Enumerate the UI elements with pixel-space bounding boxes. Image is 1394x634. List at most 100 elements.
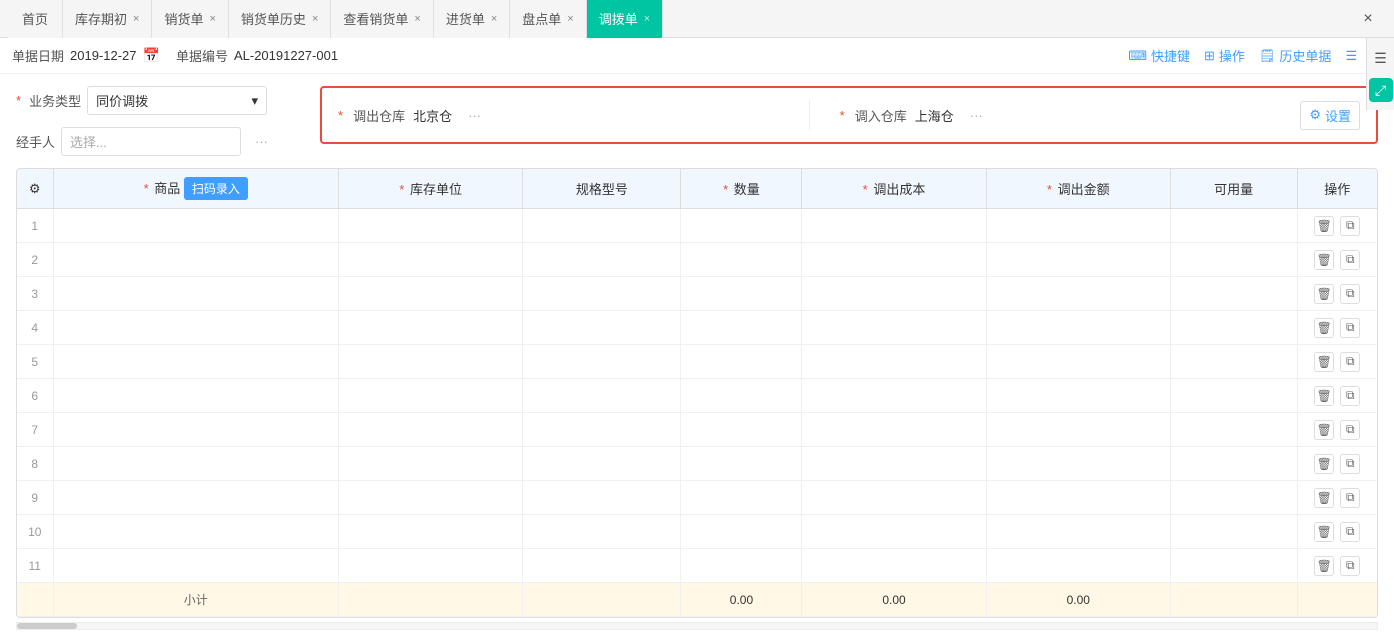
tab-transfer[interactable]: 调拨单 × xyxy=(587,0,663,38)
close-inventory-check[interactable]: × xyxy=(567,13,573,25)
row-spec[interactable] xyxy=(523,549,681,583)
row-spec[interactable] xyxy=(523,515,681,549)
row-unit[interactable] xyxy=(339,345,523,379)
close-sales-history[interactable]: × xyxy=(312,13,318,25)
col-gear[interactable]: ⚙ xyxy=(17,169,53,209)
delete-row-button[interactable]: 🗑 xyxy=(1314,556,1334,576)
row-amount[interactable] xyxy=(986,447,1170,481)
close-view-sales[interactable]: × xyxy=(414,13,420,25)
row-unit[interactable] xyxy=(339,549,523,583)
row-product[interactable] xyxy=(53,447,339,481)
copy-row-button[interactable]: ⧉ xyxy=(1340,488,1360,508)
row-amount[interactable] xyxy=(986,481,1170,515)
delete-row-button[interactable]: 🗑 xyxy=(1314,318,1334,338)
row-spec[interactable] xyxy=(523,447,681,481)
scan-button[interactable]: 扫码录入 xyxy=(184,177,248,200)
row-cost[interactable] xyxy=(802,379,986,413)
row-qty[interactable] xyxy=(681,243,802,277)
delete-row-button[interactable]: 🗑 xyxy=(1314,488,1334,508)
row-qty[interactable] xyxy=(681,447,802,481)
copy-row-button[interactable]: ⧉ xyxy=(1340,522,1360,542)
row-cost[interactable] xyxy=(802,481,986,515)
row-spec[interactable] xyxy=(523,243,681,277)
row-cost[interactable] xyxy=(802,515,986,549)
row-unit[interactable] xyxy=(339,379,523,413)
delete-row-button[interactable]: 🗑 xyxy=(1314,352,1334,372)
row-cost[interactable] xyxy=(802,345,986,379)
in-warehouse-more-icon[interactable]: ··· xyxy=(970,108,983,123)
row-amount[interactable] xyxy=(986,379,1170,413)
close-sales-order[interactable]: × xyxy=(209,13,215,25)
row-product[interactable] xyxy=(53,413,339,447)
close-inventory-init[interactable]: × xyxy=(133,13,139,25)
row-spec[interactable] xyxy=(523,311,681,345)
row-cost[interactable] xyxy=(802,209,986,243)
out-warehouse-more-icon[interactable]: ··· xyxy=(468,108,481,123)
handler-more-icon[interactable]: ··· xyxy=(255,134,268,149)
history-button[interactable]: 🗒 历史单据 xyxy=(1259,46,1332,65)
row-available[interactable] xyxy=(1170,311,1297,345)
tab-home[interactable]: 首页 xyxy=(8,0,63,38)
row-unit[interactable] xyxy=(339,413,523,447)
row-cost[interactable] xyxy=(802,277,986,311)
row-product[interactable] xyxy=(53,481,339,515)
row-amount[interactable] xyxy=(986,209,1170,243)
row-unit[interactable] xyxy=(339,209,523,243)
delete-row-button[interactable]: 🗑 xyxy=(1314,420,1334,440)
copy-row-button[interactable]: ⧉ xyxy=(1340,454,1360,474)
row-amount[interactable] xyxy=(986,311,1170,345)
row-amount[interactable] xyxy=(986,345,1170,379)
tab-sales-history[interactable]: 销货单历史 × xyxy=(229,0,331,38)
row-cost[interactable] xyxy=(802,413,986,447)
close-transfer[interactable]: × xyxy=(644,13,650,25)
delete-row-button[interactable]: 🗑 xyxy=(1314,284,1334,304)
copy-row-button[interactable]: ⧉ xyxy=(1340,284,1360,304)
copy-row-button[interactable]: ⧉ xyxy=(1340,420,1360,440)
row-product[interactable] xyxy=(53,549,339,583)
row-qty[interactable] xyxy=(681,277,802,311)
settings-button[interactable]: ⚙ 设置 xyxy=(1300,101,1360,130)
row-amount[interactable] xyxy=(986,549,1170,583)
row-spec[interactable] xyxy=(523,209,681,243)
biz-type-select[interactable]: 同价调拨 ▾ xyxy=(87,86,267,115)
row-available[interactable] xyxy=(1170,277,1297,311)
row-product[interactable] xyxy=(53,311,339,345)
row-unit[interactable] xyxy=(339,515,523,549)
row-cost[interactable] xyxy=(802,447,986,481)
handler-select[interactable]: 选择... xyxy=(61,127,241,156)
row-qty[interactable] xyxy=(681,345,802,379)
row-qty[interactable] xyxy=(681,549,802,583)
row-spec[interactable] xyxy=(523,277,681,311)
row-amount[interactable] xyxy=(986,243,1170,277)
row-product[interactable] xyxy=(53,243,339,277)
delete-row-button[interactable]: 🗑 xyxy=(1314,454,1334,474)
delete-row-button[interactable]: 🗑 xyxy=(1314,250,1334,270)
row-available[interactable] xyxy=(1170,447,1297,481)
row-product[interactable] xyxy=(53,345,339,379)
window-close-button[interactable]: × xyxy=(1350,0,1386,38)
copy-row-button[interactable]: ⧉ xyxy=(1340,352,1360,372)
row-unit[interactable] xyxy=(339,243,523,277)
row-available[interactable] xyxy=(1170,379,1297,413)
horizontal-scrollbar[interactable] xyxy=(16,622,1378,630)
copy-row-button[interactable]: ⧉ xyxy=(1340,318,1360,338)
row-qty[interactable] xyxy=(681,481,802,515)
copy-row-button[interactable]: ⧉ xyxy=(1340,386,1360,406)
row-spec[interactable] xyxy=(523,345,681,379)
row-qty[interactable] xyxy=(681,515,802,549)
scroll-thumb[interactable] xyxy=(17,623,77,629)
row-cost[interactable] xyxy=(802,243,986,277)
row-spec[interactable] xyxy=(523,413,681,447)
row-qty[interactable] xyxy=(681,379,802,413)
row-unit[interactable] xyxy=(339,481,523,515)
calendar-icon[interactable]: 📅 xyxy=(143,47,160,64)
row-available[interactable] xyxy=(1170,481,1297,515)
sidebar-expand-icon[interactable]: ⤢ xyxy=(1369,78,1393,102)
tab-inventory-init[interactable]: 库存期初 × xyxy=(63,0,152,38)
sidebar-doc-icon[interactable]: ☰ xyxy=(1369,46,1393,70)
row-available[interactable] xyxy=(1170,413,1297,447)
row-available[interactable] xyxy=(1170,345,1297,379)
tab-sales-order[interactable]: 销货单 × xyxy=(152,0,228,38)
copy-row-button[interactable]: ⧉ xyxy=(1340,250,1360,270)
row-product[interactable] xyxy=(53,277,339,311)
